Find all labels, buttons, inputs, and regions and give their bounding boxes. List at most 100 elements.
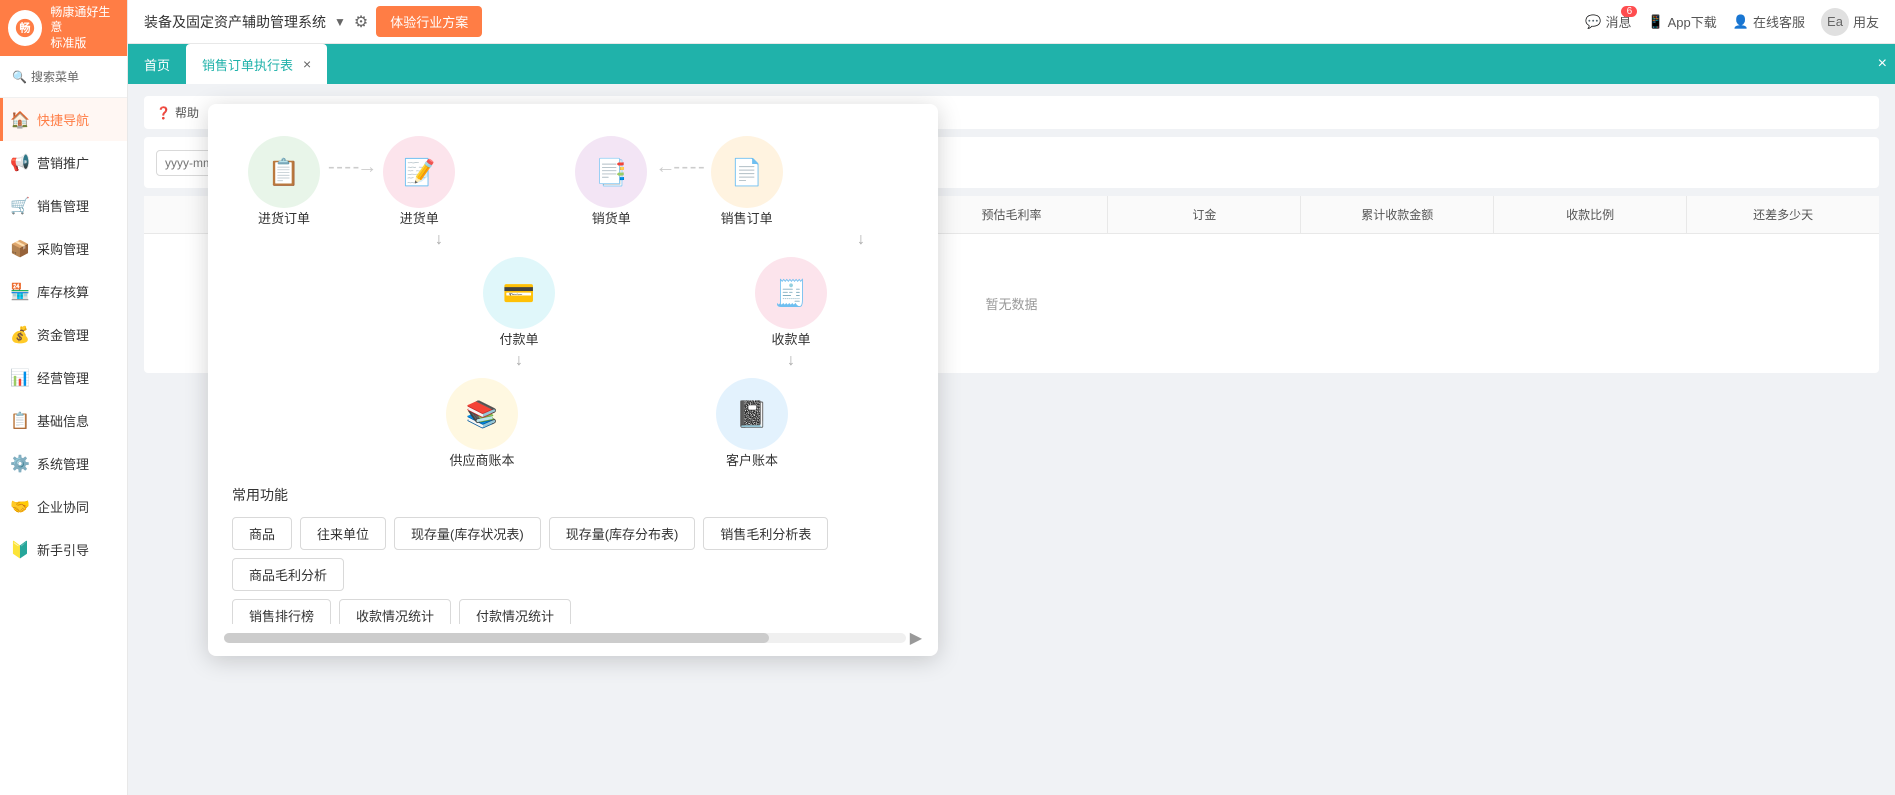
purchase-order-icon: 📋 [248, 136, 320, 208]
common-functions-title: 常用功能 [232, 485, 914, 505]
sales-bill-label: 销货单 [592, 208, 631, 227]
customer-ledger-node: 📓 客户账本 [716, 378, 788, 469]
receipt-bill-label: 收款单 [771, 329, 810, 348]
purchase-bill-node: 📝 进货单 [383, 136, 455, 227]
sidebar-item-quick-nav[interactable]: 🏠 快捷导航 [0, 98, 127, 141]
user-menu[interactable]: Ea 用友 [1821, 8, 1879, 36]
sales-icon: 🛒 [11, 197, 29, 215]
sidebar-item-enterprise[interactable]: 🤝 企业协同 [0, 485, 127, 528]
topbar: 装备及固定资产辅助管理系统 ▼ ⚙ 体验行业方案 💬 消息 6 📱 App下载 … [128, 0, 1895, 44]
sidebar-item-beginner[interactable]: 🔰 新手引导 [0, 528, 127, 571]
svg-text:畅: 畅 [20, 21, 31, 35]
supplier-ledger-node: 📚 供应商账本 [446, 378, 518, 469]
down-arrow-receipt: ↓ [755, 352, 827, 370]
modal-scrollbar-thumb[interactable] [224, 633, 769, 643]
sales-order-icon: 📄 [711, 136, 783, 208]
sidebar-nav: 🏠 快捷导航 📢 营销推广 🛒 销售管理 📦 采购管理 🏪 库存核算 💰 [0, 98, 127, 795]
sidebar-item-purchase[interactable]: 📦 采购管理 [0, 227, 127, 270]
online-service-button[interactable]: 👤 在线客服 [1733, 12, 1805, 31]
trial-button[interactable]: 体验行业方案 [376, 6, 482, 37]
operations-icon: 📊 [11, 369, 29, 387]
sidebar-item-marketing[interactable]: 📢 营销推广 [0, 141, 127, 184]
func-btn-stock-distribution[interactable]: 现存量(库存分布表) [549, 517, 696, 550]
sidebar-item-system[interactable]: ⚙️ 系统管理 [0, 442, 127, 485]
sidebar-item-finance[interactable]: 💰 资金管理 [0, 313, 127, 356]
close-all-tabs-button[interactable]: × [1878, 55, 1887, 73]
basic-info-icon: 📋 [11, 412, 29, 430]
purchase-bill-icon: 📝 [383, 136, 455, 208]
function-buttons-row1: 商品 往来单位 现存量(库存状况表) 现存量(库存分布表) 销售毛利分析表 商品… [232, 517, 914, 591]
sidebar-logo: 畅 畅康通好生意 标准版 [0, 0, 127, 56]
sidebar: 畅 畅康通好生意 标准版 🔍 搜索菜单 🏠 快捷导航 📢 营销推广 � [0, 0, 128, 795]
func-btn-sales-ranking[interactable]: 销售排行榜 [232, 599, 331, 624]
system-title: 装备及固定资产辅助管理系统 [144, 12, 326, 32]
payment-bill-label: 付款单 [499, 329, 538, 348]
func-btn-payment-stats[interactable]: 付款情况统计 [459, 599, 571, 624]
content-area: ❓ 帮助 🖨️ 按模板打印 ▼ 📤 导出 🔄 刷新 [128, 84, 1895, 795]
function-buttons-row2: 销售排行榜 收款情况统计 付款情况统计 [232, 599, 914, 624]
system-dropdown-button[interactable]: ▼ [334, 15, 346, 29]
avatar: Ea [1821, 8, 1849, 36]
down-arrow-payment: ↓ [483, 352, 555, 370]
logo-text: 畅康通好生意 标准版 [50, 5, 119, 52]
func-btn-sales-gross-profit[interactable]: 销售毛利分析表 [703, 517, 828, 550]
purchase-icon: 📦 [11, 240, 29, 258]
marketing-icon: 📢 [11, 154, 29, 172]
download-icon: 📱 [1647, 14, 1663, 30]
sidebar-item-operations[interactable]: 📊 经营管理 [0, 356, 127, 399]
sidebar-search-section: 🔍 搜索菜单 [0, 56, 127, 98]
search-menu-button[interactable]: 🔍 搜索菜单 [8, 64, 119, 89]
arrow-sales-order-to-bill: ←- - - - [655, 156, 702, 207]
app-download-button[interactable]: 📱 App下载 [1647, 12, 1716, 31]
func-btn-product[interactable]: 商品 [232, 517, 292, 550]
modal-overlay: 📋 进货订单 - - - -→ [128, 84, 1895, 795]
topbar-right: 💬 消息 6 📱 App下载 👤 在线客服 Ea 用友 [1585, 8, 1879, 36]
purchase-order-node: 📋 进货订单 [248, 136, 320, 227]
system-icon: ⚙️ [11, 455, 29, 473]
customer-ledger-label: 客户账本 [726, 450, 778, 469]
enterprise-icon: 🤝 [11, 498, 29, 516]
purchase-bill-label: 进货单 [400, 208, 439, 227]
sidebar-item-sales[interactable]: 🛒 销售管理 [0, 184, 127, 227]
sales-order-label: 销售订单 [721, 208, 773, 227]
inventory-icon: 🏪 [11, 283, 29, 301]
flow-diagram: 📋 进货订单 - - - -→ [232, 128, 914, 469]
supplier-ledger-icon: 📚 [446, 378, 518, 450]
receipt-bill-node: 🧾 收款单 [755, 257, 827, 348]
func-btn-counterparty[interactable]: 往来单位 [300, 517, 386, 550]
scrollbar-next-button[interactable]: ▶ [910, 628, 922, 648]
down-arrow-purchase-bill: ↓ [403, 231, 475, 249]
func-btn-product-gross-profit[interactable]: 商品毛利分析 [232, 558, 344, 591]
modal-scrollbar-track[interactable] [224, 633, 906, 643]
supplier-ledger-label: 供应商账本 [449, 450, 514, 469]
message-button[interactable]: 💬 消息 6 [1585, 12, 1631, 31]
arrow-purchase-to-bill: - - - -→ [328, 156, 375, 207]
quick-nav-icon: 🏠 [11, 111, 29, 129]
topbar-settings-button[interactable]: ⚙ [354, 12, 368, 32]
tab-home[interactable]: 首页 [128, 44, 186, 84]
sales-bill-icon: 📑 [575, 136, 647, 208]
purchase-order-label: 进货订单 [258, 208, 310, 227]
down-arrow-sales-bill: ↓ [825, 231, 897, 249]
finance-icon: 💰 [11, 326, 29, 344]
sidebar-item-basic-info[interactable]: 📋 基础信息 [0, 399, 127, 442]
sidebar-item-inventory[interactable]: 🏪 库存核算 [0, 270, 127, 313]
flow-modal: 📋 进货订单 - - - -→ [208, 104, 938, 656]
sales-bill-node: 📑 销货单 [575, 136, 647, 227]
modal-scroll-area: 📋 进货订单 - - - -→ [208, 104, 938, 624]
tab-sales-order-execution[interactable]: 销售订单执行表 × [186, 44, 327, 84]
func-btn-stock-status[interactable]: 现存量(库存状况表) [394, 517, 541, 550]
modal-scrollbar-area: ▶ [208, 624, 938, 656]
payment-bill-icon: 💳 [483, 257, 555, 329]
payment-bill-node: 💳 付款单 [483, 257, 555, 348]
service-icon: 👤 [1733, 14, 1749, 30]
func-btn-receipt-stats[interactable]: 收款情况统计 [339, 599, 451, 624]
tab-close-button[interactable]: × [303, 57, 311, 71]
logo-icon: 畅 [8, 10, 42, 46]
receipt-bill-icon: 🧾 [755, 257, 827, 329]
main-area: 装备及固定资产辅助管理系统 ▼ ⚙ 体验行业方案 💬 消息 6 📱 App下载 … [128, 0, 1895, 795]
message-badge: 6 [1621, 6, 1637, 17]
message-icon: 💬 [1585, 14, 1601, 30]
sales-order-node: 📄 销售订单 [711, 136, 783, 227]
beginner-icon: 🔰 [11, 541, 29, 559]
